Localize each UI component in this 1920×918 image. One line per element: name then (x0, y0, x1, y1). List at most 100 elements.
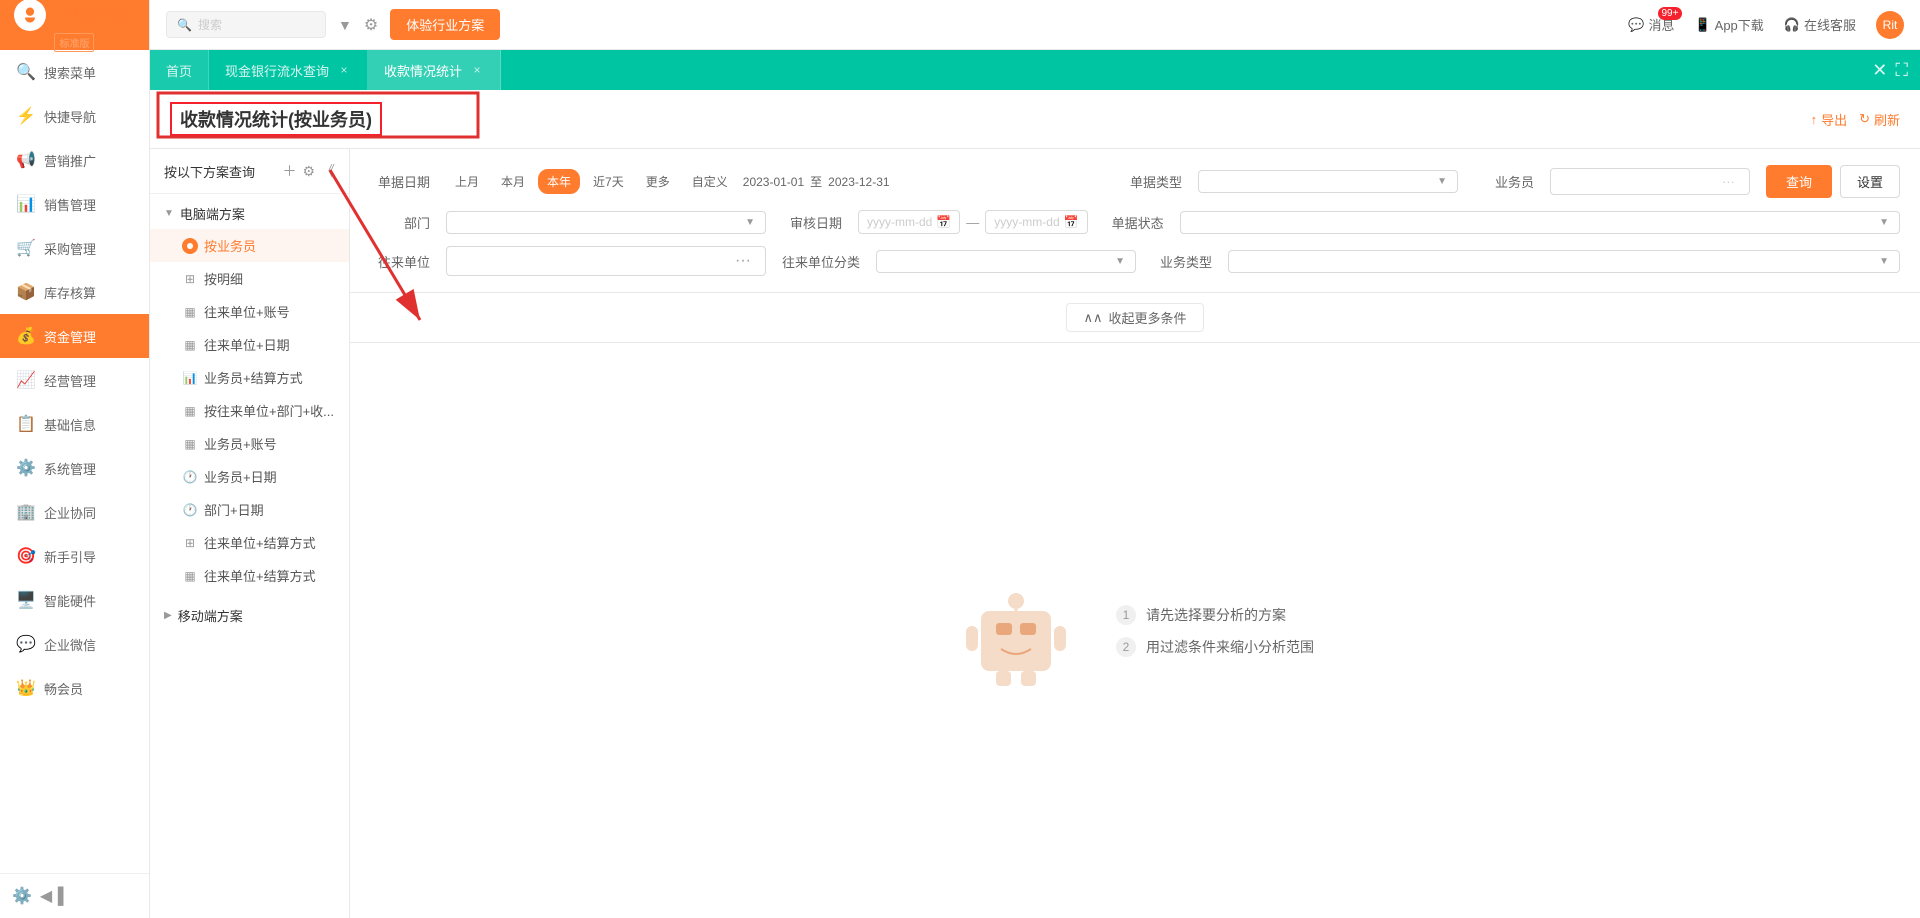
scheme-group-desktop-header[interactable]: ▼ 电脑端方案 (150, 198, 349, 229)
settings-bottom-icon[interactable]: ⚙️ (12, 886, 32, 906)
collection-stat-tab-close[interactable]: × (470, 63, 484, 77)
shortcut-last-month[interactable]: 上月 (446, 169, 488, 194)
tip-item-2: 2 用过滤条件来缩小分析范围 (1116, 637, 1314, 657)
online-service-label: 在线客服 (1804, 15, 1856, 34)
scheme-item-label: 业务员+日期 (204, 467, 277, 486)
scheme-item-customer-settlement1[interactable]: ⊞ 往来单位+结算方式 (150, 526, 349, 559)
inventory-icon: 📦 (16, 282, 36, 302)
biz-type-arrow: ▼ (1879, 256, 1889, 267)
export-button[interactable]: ↑ 导出 (1811, 110, 1848, 129)
wechat-icon: 💬 (16, 634, 36, 654)
scheme-item-customer-date[interactable]: ▦ 往来单位+日期 (150, 328, 349, 361)
mobile-group-label: 移动端方案 (178, 606, 243, 625)
sidebar-item-marketing[interactable]: 📢 营销推广 (0, 138, 149, 182)
collapse-button[interactable]: ∧∧ 收起更多条件 (1066, 303, 1203, 332)
scheme-item-customer-account[interactable]: ▦ 往来单位+账号 (150, 295, 349, 328)
salesman-select[interactable]: ··· (1550, 168, 1750, 195)
shortcut-this-month[interactable]: 本月 (492, 169, 534, 194)
sidebar-item-wechat[interactable]: 💬 企业微信 (0, 622, 149, 666)
doc-status-select[interactable]: ▼ (1180, 211, 1900, 234)
refresh-button[interactable]: ↻ 刷新 (1859, 110, 1900, 129)
member-icon: 👑 (16, 678, 36, 698)
sidebar-item-enterprise[interactable]: 🏢 企业协同 (0, 490, 149, 534)
scheme-settings-icon[interactable]: ⚙ (302, 163, 315, 180)
sidebar-item-sales[interactable]: 📊 销售管理 (0, 182, 149, 226)
refresh-label: 刷新 (1874, 110, 1900, 129)
sidebar-item-operation[interactable]: 📈 经营管理 (0, 358, 149, 402)
message-button[interactable]: 💬 消息 99+ (1628, 15, 1674, 34)
settings-button[interactable]: 设置 (1840, 165, 1900, 198)
app-download-button[interactable]: 📱 App下载 (1694, 15, 1763, 34)
scheme-item-customer-dept[interactable]: ▦ 按往来单位+部门+收... (150, 394, 349, 427)
query-button[interactable]: 查询 (1766, 165, 1832, 198)
tip-num-2: 2 (1116, 637, 1136, 657)
tip-num-1: 1 (1116, 605, 1136, 625)
app-logo: 畅捷通好生意 标准版 (0, 0, 149, 50)
app-download-label: App下载 (1715, 15, 1764, 34)
counterpart-type-label: 往来单位分类 (782, 252, 860, 271)
scheme-item-by-salesman[interactable]: 按业务员 (150, 229, 349, 262)
more-icon[interactable]: ··· (1722, 174, 1735, 189)
salesman-settlement-icon: 📊 (182, 370, 198, 386)
sidebar-item-guide[interactable]: 🎯 新手引导 (0, 534, 149, 578)
header-gear-icon[interactable]: ⚙ (364, 15, 378, 35)
shortcut-this-year[interactable]: 本年 (538, 169, 580, 194)
counterpart-select[interactable]: ··· (446, 246, 766, 276)
counterpart-type-arrow: ▼ (1115, 256, 1125, 267)
body-container: 按以下方案查询 ＋ ⚙ 《 ▼ 电脑端方案 (150, 149, 1920, 918)
biz-type-select[interactable]: ▼ (1228, 250, 1900, 273)
sidebar-item-quick-nav[interactable]: ⚡ 快捷导航 (0, 94, 149, 138)
salesman-account-icon: ▦ (182, 436, 198, 452)
bank-flow-tab-close[interactable]: × (337, 63, 351, 77)
cs1-icon: ⊞ (182, 535, 198, 551)
scheme-item-salesman-settlement[interactable]: 📊 业务员+结算方式 (150, 361, 349, 394)
collapse-bar[interactable]: ∧∧ 收起更多条件 (350, 293, 1920, 343)
tab-fullscreen-icon[interactable]: ⛶ (1895, 60, 1908, 81)
scheme-item-customer-settlement2[interactable]: ▦ 往来单位+结算方式 (150, 559, 349, 592)
tab-close-all-icon[interactable]: ✕ (1872, 60, 1887, 81)
scheme-item-salesman-account[interactable]: ▦ 业务员+账号 (150, 427, 349, 460)
sidebar-item-finance[interactable]: 💰 资金管理 (0, 314, 149, 358)
doc-type-select[interactable]: ▼ (1198, 170, 1458, 193)
tab-home[interactable]: 首页 (150, 50, 209, 90)
collapse-sidebar-icon[interactable]: ◀▐ (40, 886, 64, 906)
shortcut-custom[interactable]: 自定义 (683, 169, 737, 194)
shortcut-more[interactable]: 更多 (637, 169, 679, 194)
dept-select[interactable]: ▼ (446, 211, 766, 234)
scheme-group-mobile-header[interactable]: ▶ 移动端方案 (150, 600, 349, 631)
scheme-item-by-detail[interactable]: ⊞ 按明细 (150, 262, 349, 295)
counterpart-more-icon[interactable]: ··· (731, 252, 755, 270)
header-search[interactable]: 🔍 搜索 (166, 11, 326, 38)
sidebar-item-system[interactable]: ⚙️ 系统管理 (0, 446, 149, 490)
calendar-icon2: 📅 (1064, 215, 1079, 229)
scheme-item-label: 往来单位+结算方式 (204, 533, 316, 552)
finance-icon: 💰 (16, 326, 36, 346)
home-tab-label: 首页 (166, 61, 192, 80)
sidebar-item-search[interactable]: 🔍 搜索菜单 (0, 50, 149, 94)
review-date-to-input[interactable]: yyyy-mm-dd 📅 (985, 210, 1087, 234)
add-scheme-icon[interactable]: ＋ (282, 161, 296, 181)
export-label: 导出 (1821, 110, 1847, 129)
bank-flow-tab-label: 现金银行流水查询 (225, 61, 329, 80)
counterpart-type-select[interactable]: ▼ (876, 250, 1136, 273)
user-avatar[interactable]: Rit (1876, 11, 1904, 39)
sidebar-item-smart-hw[interactable]: 🖥️ 智能硬件 (0, 578, 149, 622)
empty-state: 1 请先选择要分析的方案 2 用过滤条件来缩小分析范围 (350, 343, 1920, 918)
shortcut-7days[interactable]: 近7天 (584, 169, 633, 194)
review-date-from-input[interactable]: yyyy-mm-dd 📅 (858, 210, 960, 234)
scheme-item-dept-date[interactable]: 🕐 部门+日期 (150, 493, 349, 526)
trial-button[interactable]: 体验行业方案 (390, 9, 500, 40)
sidebar-item-basic-info[interactable]: 📋 基础信息 (0, 402, 149, 446)
left-panel: 按以下方案查询 ＋ ⚙ 《 ▼ 电脑端方案 (150, 149, 350, 918)
sidebar-item-member[interactable]: 👑 畅会员 (0, 666, 149, 710)
sidebar-item-inventory[interactable]: 📦 库存核算 (0, 270, 149, 314)
collapse-panel-icon[interactable]: 《 (321, 161, 335, 181)
sidebar-item-purchase[interactable]: 🛒 采购管理 (0, 226, 149, 270)
tab-collection-stat[interactable]: 收款情况统计 × (368, 50, 501, 90)
online-service-button[interactable]: 🎧 在线客服 (1784, 15, 1856, 34)
tab-bank-flow[interactable]: 现金银行流水查询 × (209, 50, 368, 90)
counterpart-label: 往来单位 (370, 252, 430, 271)
date-range-display: 2023-01-01 至 2023-12-31 (743, 173, 890, 190)
header-dropdown-icon[interactable]: ▼ (338, 17, 352, 33)
scheme-item-salesman-date[interactable]: 🕐 业务员+日期 (150, 460, 349, 493)
